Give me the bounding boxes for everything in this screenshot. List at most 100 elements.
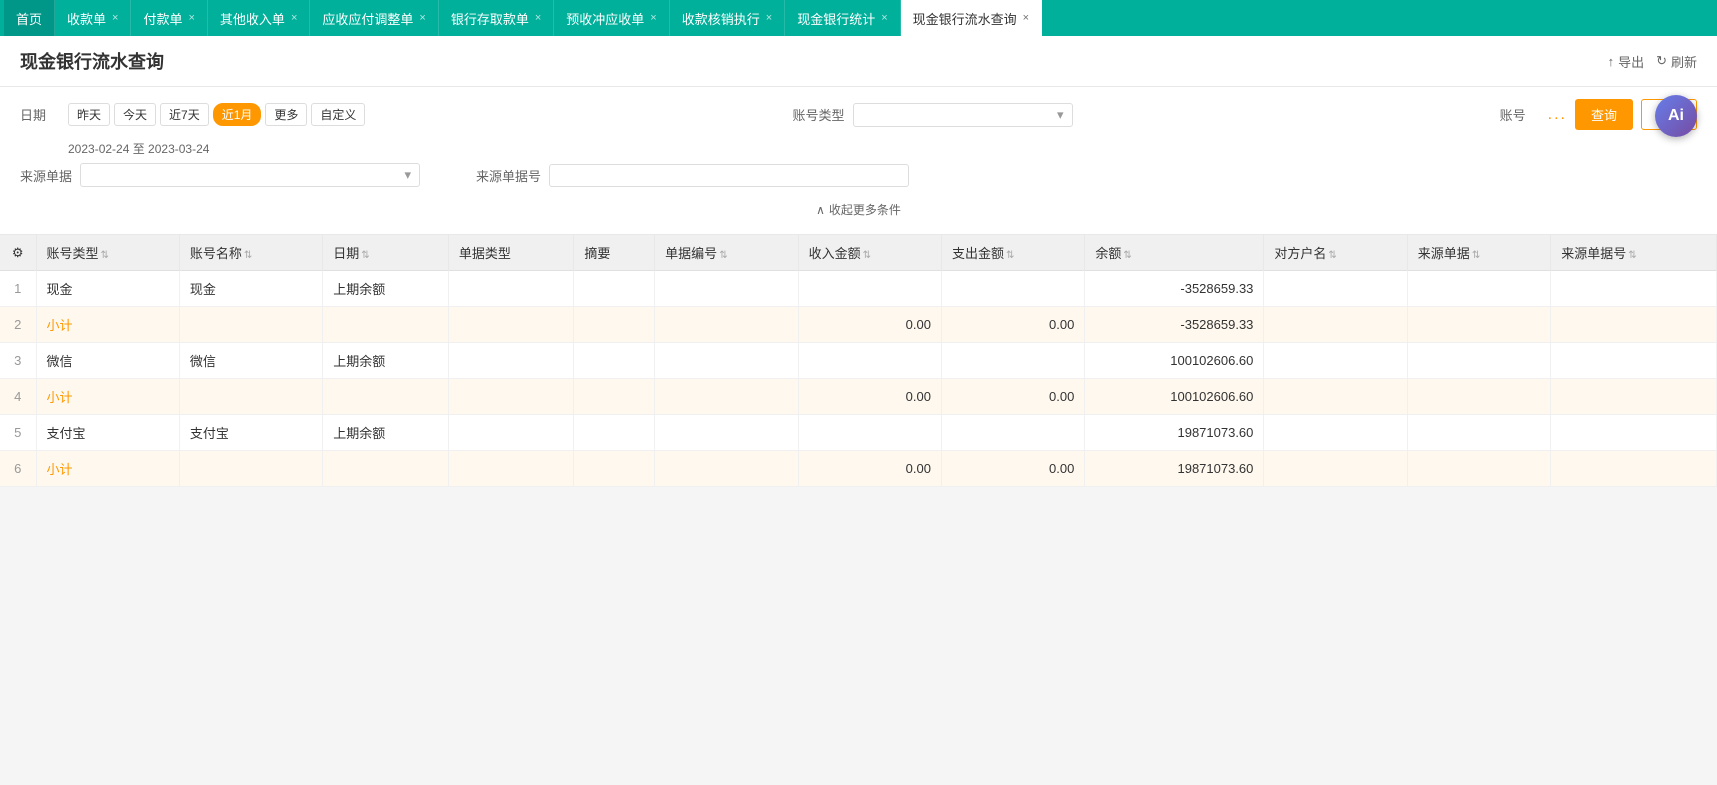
col-income: 收入金额⇅ xyxy=(798,235,941,271)
nav-tab-payment-label: 付款单 xyxy=(143,9,182,28)
table-row[interactable]: 3微信微信上期余额100102606.60 xyxy=(0,343,1717,379)
collapse-bar[interactable]: ∧ 收起更多条件 xyxy=(20,197,1697,222)
close-icon[interactable]: × xyxy=(112,12,118,24)
ai-assistant-button[interactable]: Ai xyxy=(1655,95,1697,137)
nav-tab-other-income-label: 其他收入单 xyxy=(220,9,285,28)
cell-account-name: 支付宝 xyxy=(179,415,322,451)
date-options: 昨天 今天 近7天 近1月 更多 自定义 xyxy=(68,103,365,126)
nav-tab-stats[interactable]: 现金银行统计 × xyxy=(785,0,900,36)
nav-tab-payment[interactable]: 付款单 × xyxy=(131,0,207,36)
col-settings[interactable]: ⚙ xyxy=(0,235,36,271)
close-icon[interactable]: × xyxy=(535,12,541,24)
nav-tab-cashflow[interactable]: 现金银行流水查询 × xyxy=(901,0,1042,36)
date-btn-yesterday[interactable]: 昨天 xyxy=(68,103,110,126)
refresh-icon: ↻ xyxy=(1656,53,1667,69)
cell-expense: 0.00 xyxy=(941,379,1084,415)
date-range-display: 2023-02-24 至 2023-03-24 xyxy=(68,142,209,156)
account-dots-button[interactable]: ... xyxy=(1548,106,1567,124)
cell-account-type: 支付宝 xyxy=(36,415,179,451)
nav-tab-prepaid[interactable]: 预收冲应收单 × xyxy=(554,0,669,36)
sort-icon[interactable]: ⇅ xyxy=(1328,250,1336,261)
nav-tab-adjustment-label: 应收应付调整单 xyxy=(322,9,413,28)
sort-icon[interactable]: ⇅ xyxy=(361,250,369,261)
sort-icon[interactable]: ⇅ xyxy=(1006,250,1014,261)
table-row[interactable]: 4小计0.000.00100102606.60 xyxy=(0,379,1717,415)
cell-summary xyxy=(574,379,655,415)
cell-income xyxy=(798,343,941,379)
cell-account-name xyxy=(179,307,322,343)
cell-counterpart xyxy=(1264,379,1407,415)
date-btn-today[interactable]: 今天 xyxy=(114,103,156,126)
cell-date xyxy=(323,379,449,415)
chevron-up-icon: ∧ xyxy=(816,203,825,217)
table-row[interactable]: 6小计0.000.0019871073.60 xyxy=(0,451,1717,487)
filter-row-2: 来源单据 ▾ 来源单据号 xyxy=(20,163,1697,187)
cell-doc-no xyxy=(655,451,798,487)
cell-account-name: 现金 xyxy=(179,271,322,307)
account-type-select[interactable]: ▾ xyxy=(853,103,1073,127)
sort-icon[interactable]: ⇅ xyxy=(1628,250,1636,261)
cell-summary xyxy=(574,451,655,487)
query-button[interactable]: 查询 xyxy=(1575,99,1633,130)
cell-account-type: 现金 xyxy=(36,271,179,307)
nav-tab-other-income[interactable]: 其他收入单 × xyxy=(208,0,310,36)
col-expense: 支出金额⇅ xyxy=(941,235,1084,271)
row-number: 3 xyxy=(0,343,36,379)
col-account-name: 账号名称⇅ xyxy=(179,235,322,271)
refresh-button[interactable]: ↻ 刷新 xyxy=(1656,52,1697,71)
close-icon[interactable]: × xyxy=(291,12,297,24)
cell-source-doc xyxy=(1407,451,1550,487)
sort-icon[interactable]: ⇅ xyxy=(719,250,727,261)
cell-date xyxy=(323,307,449,343)
cell-doc-type xyxy=(448,307,574,343)
date-btn-more[interactable]: 更多 xyxy=(265,103,307,126)
cell-summary xyxy=(574,271,655,307)
cell-expense xyxy=(941,415,1084,451)
close-icon[interactable]: × xyxy=(1023,12,1029,24)
nav-tab-adjustment[interactable]: 应收应付调整单 × xyxy=(310,0,438,36)
cell-summary xyxy=(574,415,655,451)
sort-icon[interactable]: ⇅ xyxy=(863,250,871,261)
source-doc-num-input[interactable] xyxy=(549,164,909,187)
sort-icon[interactable]: ⇅ xyxy=(1123,250,1131,261)
chevron-down-icon: ▾ xyxy=(404,167,411,183)
close-icon[interactable]: × xyxy=(881,12,887,24)
chevron-down-icon: ▾ xyxy=(1057,107,1064,123)
cell-summary xyxy=(574,307,655,343)
cell-date: 上期余额 xyxy=(323,271,449,307)
export-button[interactable]: ↑ 导出 xyxy=(1608,52,1645,71)
sort-icon[interactable]: ⇅ xyxy=(101,250,109,261)
table-row[interactable]: 2小计0.000.00-3528659.33 xyxy=(0,307,1717,343)
cell-source-doc-no xyxy=(1551,343,1717,379)
cell-source-doc-no xyxy=(1551,379,1717,415)
nav-tab-home[interactable]: 首页 xyxy=(4,0,55,36)
date-btn-1month[interactable]: 近1月 xyxy=(213,103,262,126)
cell-counterpart xyxy=(1264,307,1407,343)
cell-doc-no xyxy=(655,343,798,379)
cell-income: 0.00 xyxy=(798,307,941,343)
cell-doc-type xyxy=(448,343,574,379)
table-row[interactable]: 5支付宝支付宝上期余额19871073.60 xyxy=(0,415,1717,451)
nav-tab-receipt[interactable]: 收款单 × xyxy=(55,0,131,36)
close-icon[interactable]: × xyxy=(650,12,656,24)
cell-source-doc xyxy=(1407,307,1550,343)
close-icon[interactable]: × xyxy=(188,12,194,24)
date-btn-7days[interactable]: 近7天 xyxy=(160,103,209,126)
nav-tab-bank-deposit[interactable]: 银行存取款单 × xyxy=(439,0,554,36)
table-row[interactable]: 1现金现金上期余额-3528659.33 xyxy=(0,271,1717,307)
cell-doc-type xyxy=(448,415,574,451)
source-doc-num-label: 来源单据号 xyxy=(476,166,541,185)
cell-source-doc-no xyxy=(1551,415,1717,451)
cell-expense: 0.00 xyxy=(941,307,1084,343)
top-navigation: 首页 收款单 × 付款单 × 其他收入单 × 应收应付调整单 × 银行存取款单 … xyxy=(0,0,1717,36)
nav-tab-verification[interactable]: 收款核销执行 × xyxy=(670,0,785,36)
source-doc-select[interactable]: ▾ xyxy=(80,163,420,187)
nav-tab-verification-label: 收款核销执行 xyxy=(682,9,760,28)
cell-account-type: 小计 xyxy=(36,451,179,487)
sort-icon[interactable]: ⇅ xyxy=(244,250,252,261)
date-btn-custom[interactable]: 自定义 xyxy=(311,103,365,126)
close-icon[interactable]: × xyxy=(419,12,425,24)
sort-icon[interactable]: ⇅ xyxy=(1472,250,1480,261)
nav-tab-prepaid-label: 预收冲应收单 xyxy=(566,9,644,28)
close-icon[interactable]: × xyxy=(766,12,772,24)
